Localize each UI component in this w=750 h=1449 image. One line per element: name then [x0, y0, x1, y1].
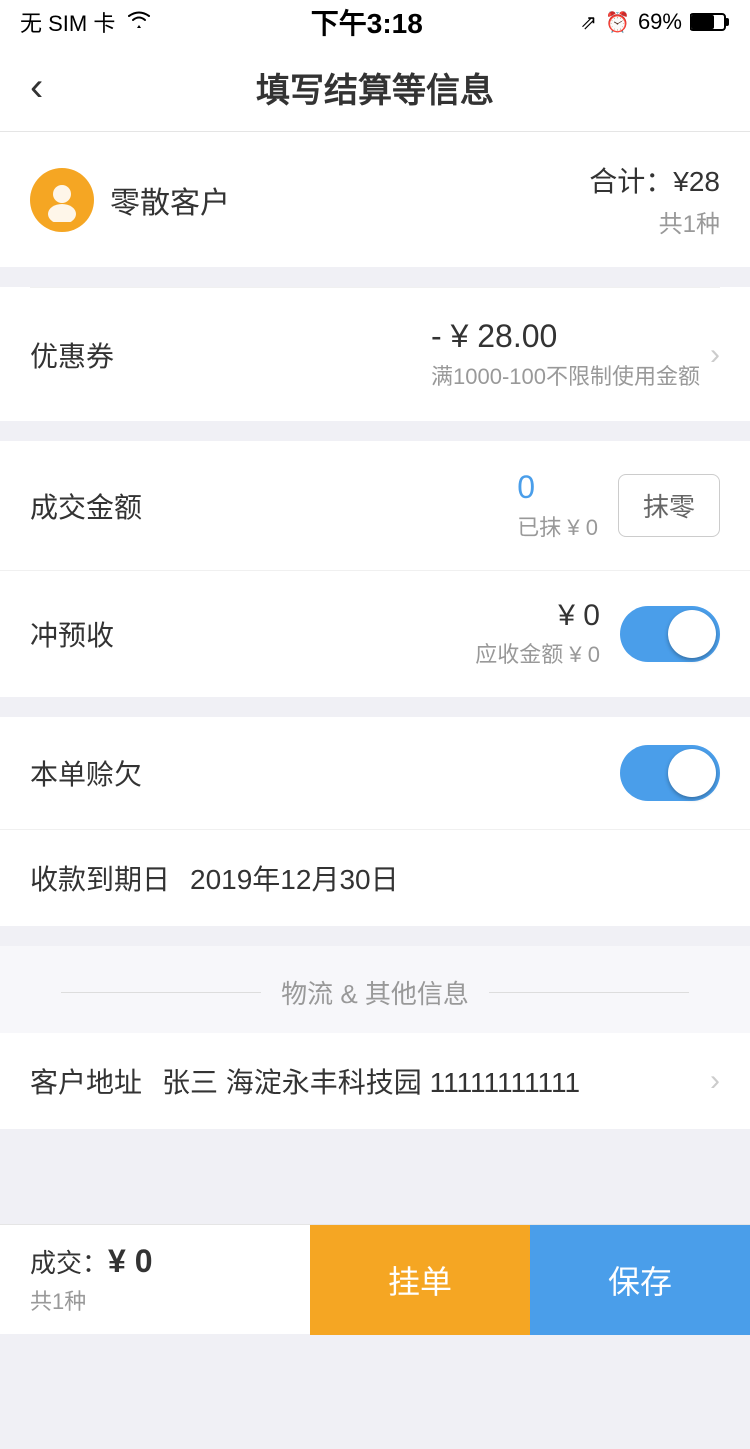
- back-button[interactable]: ‹: [30, 65, 43, 110]
- status-bar-right: ⇗ ⏰ 69%: [580, 9, 730, 35]
- prereceive-toggle[interactable]: [620, 606, 720, 662]
- transaction-row: 成交金额 0 已抹 ¥ 0 抹零: [0, 441, 750, 570]
- duedate-row: 收款到期日 2019年12月30日: [0, 829, 750, 926]
- bottom-deal-row: 成交：¥ 0: [30, 1243, 280, 1280]
- bottom-count: 共1种: [30, 1284, 280, 1316]
- transaction-section: 成交金额 0 已抹 ¥ 0 抹零 冲预收 ¥ 0 应收金额 ¥ 0: [0, 441, 750, 697]
- address-value: 张三 海淀永丰科技园 11111111111: [162, 1061, 710, 1101]
- save-button[interactable]: 保存: [530, 1225, 750, 1335]
- wifi-icon: [125, 9, 153, 35]
- section-gap-1: [0, 421, 750, 441]
- battery-text: 69%: [638, 9, 682, 35]
- hold-button[interactable]: 挂单: [310, 1225, 530, 1335]
- debt-row: 本单赊欠: [0, 717, 750, 829]
- prereceive-amount-block: ¥ 0 应收金额 ¥ 0: [475, 599, 600, 669]
- location-icon: ⇗: [580, 10, 597, 35]
- duedate-label: 收款到期日: [30, 858, 170, 898]
- coupon-chevron: ›: [710, 338, 720, 372]
- status-bar-time: 下午3:18: [311, 2, 423, 42]
- transaction-label: 成交金额: [30, 486, 142, 526]
- address-row[interactable]: 客户地址 张三 海淀永丰科技园 11111111111 ›: [0, 1033, 750, 1129]
- debt-toggle[interactable]: [620, 745, 720, 801]
- duedate-value: 2019年12月30日: [190, 858, 399, 898]
- address-section: 客户地址 张三 海淀永丰科技园 11111111111 ›: [0, 1033, 750, 1129]
- logistics-divider: 物流 & 其他信息: [30, 974, 720, 1011]
- bottom-deal-label: 成交：: [30, 1248, 108, 1278]
- prereceive-right: ¥ 0 应收金额 ¥ 0: [475, 599, 720, 669]
- transaction-amount: 0: [517, 469, 598, 506]
- round-zero-button[interactable]: 抹零: [618, 474, 720, 537]
- logistics-header: 物流 & 其他信息: [0, 946, 750, 1033]
- debt-label: 本单赊欠: [30, 753, 142, 793]
- bottom-deal-amount: ¥ 0: [108, 1243, 152, 1279]
- coupon-desc: 满1000-100不限制使用金额: [431, 359, 700, 391]
- bottom-info: 成交：¥ 0 共1种: [0, 1243, 310, 1316]
- battery-icon: [690, 12, 730, 32]
- customer-count: 共1种: [589, 204, 720, 239]
- page-title: 填写结算等信息: [256, 63, 494, 112]
- prereceive-row: 冲预收 ¥ 0 应收金额 ¥ 0: [0, 570, 750, 697]
- section-gap-2: [0, 697, 750, 717]
- debt-toggle-circle: [668, 749, 716, 797]
- customer-avatar: [30, 168, 94, 232]
- address-chevron: ›: [710, 1064, 720, 1098]
- address-label: 客户地址: [30, 1061, 142, 1101]
- toggle-circle: [668, 610, 716, 658]
- transaction-sub: 已抹 ¥ 0: [517, 510, 598, 542]
- status-bar: 无 SIM 卡 下午3:18 ⇗ ⏰ 69%: [0, 0, 750, 44]
- customer-right: 合计：¥28 共1种: [589, 160, 720, 239]
- coupon-section: 优惠券 - ¥ 28.00 满1000-100不限制使用金额 ›: [0, 287, 750, 421]
- bottom-bar: 成交：¥ 0 共1种 挂单 保存: [0, 1224, 750, 1334]
- customer-row: 零散客户 合计：¥28 共1种: [0, 132, 750, 267]
- logistics-title: 物流 & 其他信息: [281, 974, 469, 1011]
- customer-name: 零散客户: [110, 178, 230, 222]
- customer-section: 零散客户 合计：¥28 共1种: [0, 132, 750, 267]
- coupon-row[interactable]: 优惠券 - ¥ 28.00 满1000-100不限制使用金额 ›: [0, 288, 750, 421]
- section-gap-3: [0, 926, 750, 946]
- status-bar-left: 无 SIM 卡: [20, 6, 153, 38]
- customer-left: 零散客户: [30, 168, 230, 232]
- transaction-right: 0 已抹 ¥ 0 抹零: [517, 469, 720, 542]
- alarm-icon: ⏰: [605, 10, 630, 35]
- prereceive-sub: 应收金额 ¥ 0: [475, 637, 600, 669]
- sim-status: 无 SIM 卡: [20, 6, 115, 38]
- prereceive-amount: ¥ 0: [475, 599, 600, 633]
- coupon-amount: - ¥ 28.00: [431, 318, 700, 355]
- prereceive-label: 冲预收: [30, 614, 114, 654]
- debt-section: 本单赊欠 收款到期日 2019年12月30日: [0, 717, 750, 926]
- customer-total: 合计：¥28: [589, 160, 720, 200]
- nav-bar: ‹ 填写结算等信息: [0, 44, 750, 132]
- coupon-label: 优惠券: [30, 335, 114, 375]
- coupon-right: - ¥ 28.00 满1000-100不限制使用金额 ›: [431, 318, 720, 391]
